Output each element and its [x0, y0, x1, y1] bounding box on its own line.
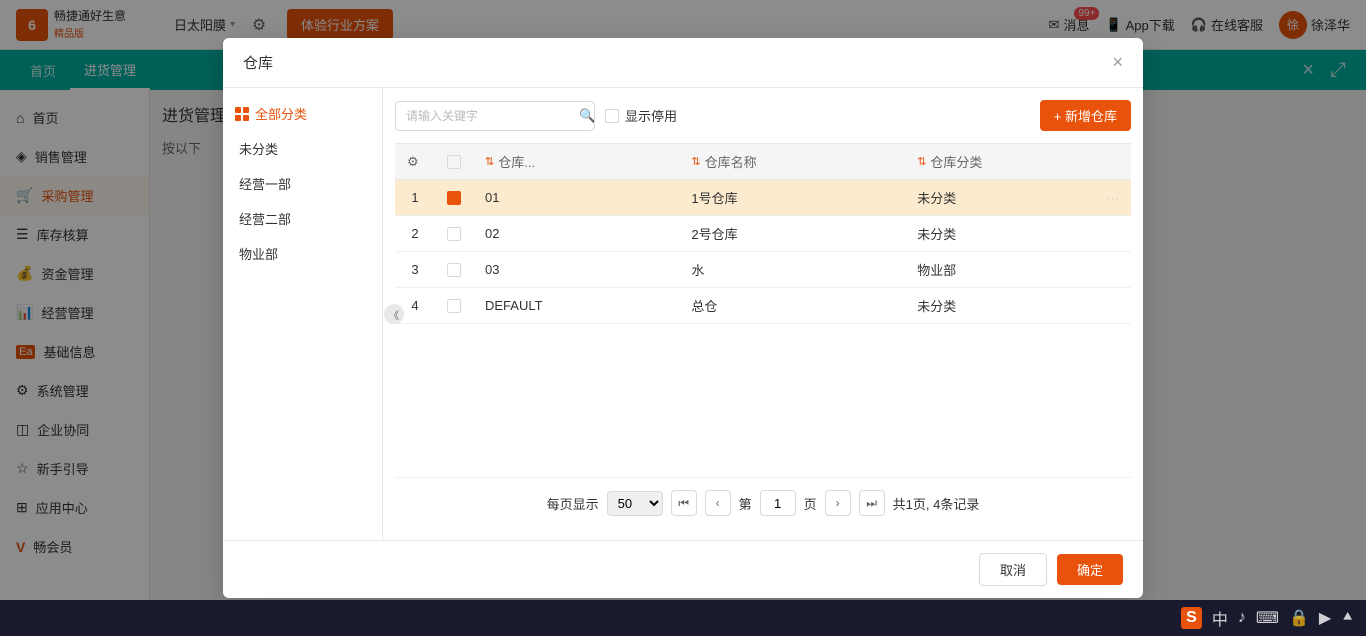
table-row[interactable]: 1 01 1号仓库 未分类 ···	[395, 180, 1131, 216]
col-check	[435, 144, 473, 180]
row-code: 02	[473, 216, 679, 252]
toolbar: 🔍 显示停用 + 新增仓库	[395, 100, 1131, 131]
col-category: ⇅ 仓库分类	[905, 144, 1131, 180]
category-all[interactable]: 全部分类	[223, 96, 382, 131]
bottom-s-icon[interactable]: S	[1181, 607, 1202, 629]
warehouse-modal: 仓库 × 全部分类 未分类 经营一部 经营二部	[223, 38, 1143, 598]
row-category: 物业部	[905, 252, 1131, 288]
search-input[interactable]	[396, 103, 571, 129]
pagination-bar: 每页显示 50 10 20 100 ⏮ ‹ 第 页 › ⏭ 共1页, 4条记录	[395, 477, 1131, 528]
warehouse-table: ⚙ ⇅ 仓库...	[395, 143, 1131, 324]
next-page-button[interactable]: ›	[825, 490, 851, 516]
search-box: 🔍	[395, 101, 595, 131]
row-num: 3	[395, 252, 435, 288]
table-header-row: ⚙ ⇅ 仓库...	[395, 144, 1131, 180]
bottom-lock-icon[interactable]: 🔒	[1289, 608, 1309, 628]
modal-overlay[interactable]: 仓库 × 全部分类 未分类 经营一部 经营二部	[0, 0, 1366, 636]
bottom-up-icon[interactable]: ⯅	[1341, 609, 1354, 627]
sort-icon: ⇅	[917, 155, 926, 168]
row-category: 未分类	[905, 216, 1131, 252]
row-num: 2	[395, 216, 435, 252]
sort-icon: ⇅	[691, 155, 700, 168]
bottom-play-icon[interactable]: ▶	[1319, 608, 1331, 628]
row-checkbox[interactable]	[435, 180, 473, 216]
row-name: 水	[679, 252, 905, 288]
collapse-sidebar-button[interactable]: 《	[384, 304, 404, 324]
row-code: DEFAULT	[473, 288, 679, 324]
col-name: ⇅ 仓库名称	[679, 144, 905, 180]
bottom-sound-icon[interactable]: ♪	[1238, 609, 1246, 627]
category-item-property[interactable]: 物业部	[223, 236, 382, 271]
category-item-unclassified[interactable]: 未分类	[223, 131, 382, 166]
category-item-ops2[interactable]: 经营二部	[223, 201, 382, 236]
bottom-keyboard-icon[interactable]: ⌨	[1256, 608, 1279, 628]
page-label: 页	[804, 494, 817, 513]
show-disabled-label[interactable]: 显示停用	[605, 106, 677, 125]
bottom-lang-icon[interactable]: 中	[1212, 606, 1228, 630]
row-name: 2号仓库	[679, 216, 905, 252]
table-row[interactable]: 4 DEFAULT 总仓 未分类	[395, 288, 1131, 324]
col-code: ⇅ 仓库...	[473, 144, 679, 180]
first-page-button[interactable]: ⏮	[671, 490, 697, 516]
show-disabled-checkbox[interactable]	[605, 109, 619, 123]
row-category: 未分类	[905, 288, 1131, 324]
row-checkbox[interactable]	[435, 252, 473, 288]
category-sidebar: 全部分类 未分类 经营一部 经营二部 物业部 《	[223, 88, 383, 540]
row-checkbox[interactable]	[435, 288, 473, 324]
col-gear: ⚙	[395, 144, 435, 180]
row-actions-icon[interactable]: ···	[1106, 190, 1119, 205]
modal-header: 仓库 ×	[223, 38, 1143, 88]
search-button[interactable]: 🔍	[571, 102, 595, 130]
category-item-ops1[interactable]: 经营一部	[223, 166, 382, 201]
right-panel: 🔍 显示停用 + 新增仓库 ⚙	[383, 88, 1143, 540]
confirm-button[interactable]: 确定	[1057, 554, 1123, 585]
grid-icon	[235, 107, 249, 121]
row-code: 01	[473, 180, 679, 216]
row-num: 1	[395, 180, 435, 216]
modal-footer: 取消 确定	[223, 540, 1143, 598]
table-gear-icon[interactable]: ⚙	[407, 154, 419, 169]
add-warehouse-button[interactable]: + 新增仓库	[1040, 100, 1131, 131]
row-checkbox[interactable]	[435, 216, 473, 252]
modal-close-button[interactable]: ×	[1112, 52, 1123, 73]
show-disabled-text: 显示停用	[625, 106, 677, 125]
page-size-select[interactable]: 50 10 20 100	[607, 491, 663, 516]
prev-page-button[interactable]: ‹	[705, 490, 731, 516]
table-row[interactable]: 3 03 水 物业部	[395, 252, 1131, 288]
sort-icon: ⇅	[485, 155, 494, 168]
bottom-bar: S 中 ♪ ⌨ 🔒 ▶ ⯅	[0, 600, 1366, 636]
page-go-label: 第	[739, 494, 752, 513]
modal-body: 全部分类 未分类 经营一部 经营二部 物业部 《	[223, 88, 1143, 540]
page-size-label: 每页显示	[547, 494, 599, 513]
modal-title: 仓库	[243, 52, 273, 73]
category-all-label: 全部分类	[255, 104, 307, 123]
row-category: 未分类 ···	[905, 180, 1131, 216]
last-page-button[interactable]: ⏭	[859, 490, 885, 516]
row-name: 总仓	[679, 288, 905, 324]
select-all-checkbox[interactable]	[447, 155, 461, 169]
total-info: 共1页, 4条记录	[893, 494, 980, 513]
table-row[interactable]: 2 02 2号仓库 未分类	[395, 216, 1131, 252]
row-name: 1号仓库	[679, 180, 905, 216]
row-code: 03	[473, 252, 679, 288]
page-number-input[interactable]	[760, 490, 796, 516]
cancel-button[interactable]: 取消	[979, 553, 1047, 586]
